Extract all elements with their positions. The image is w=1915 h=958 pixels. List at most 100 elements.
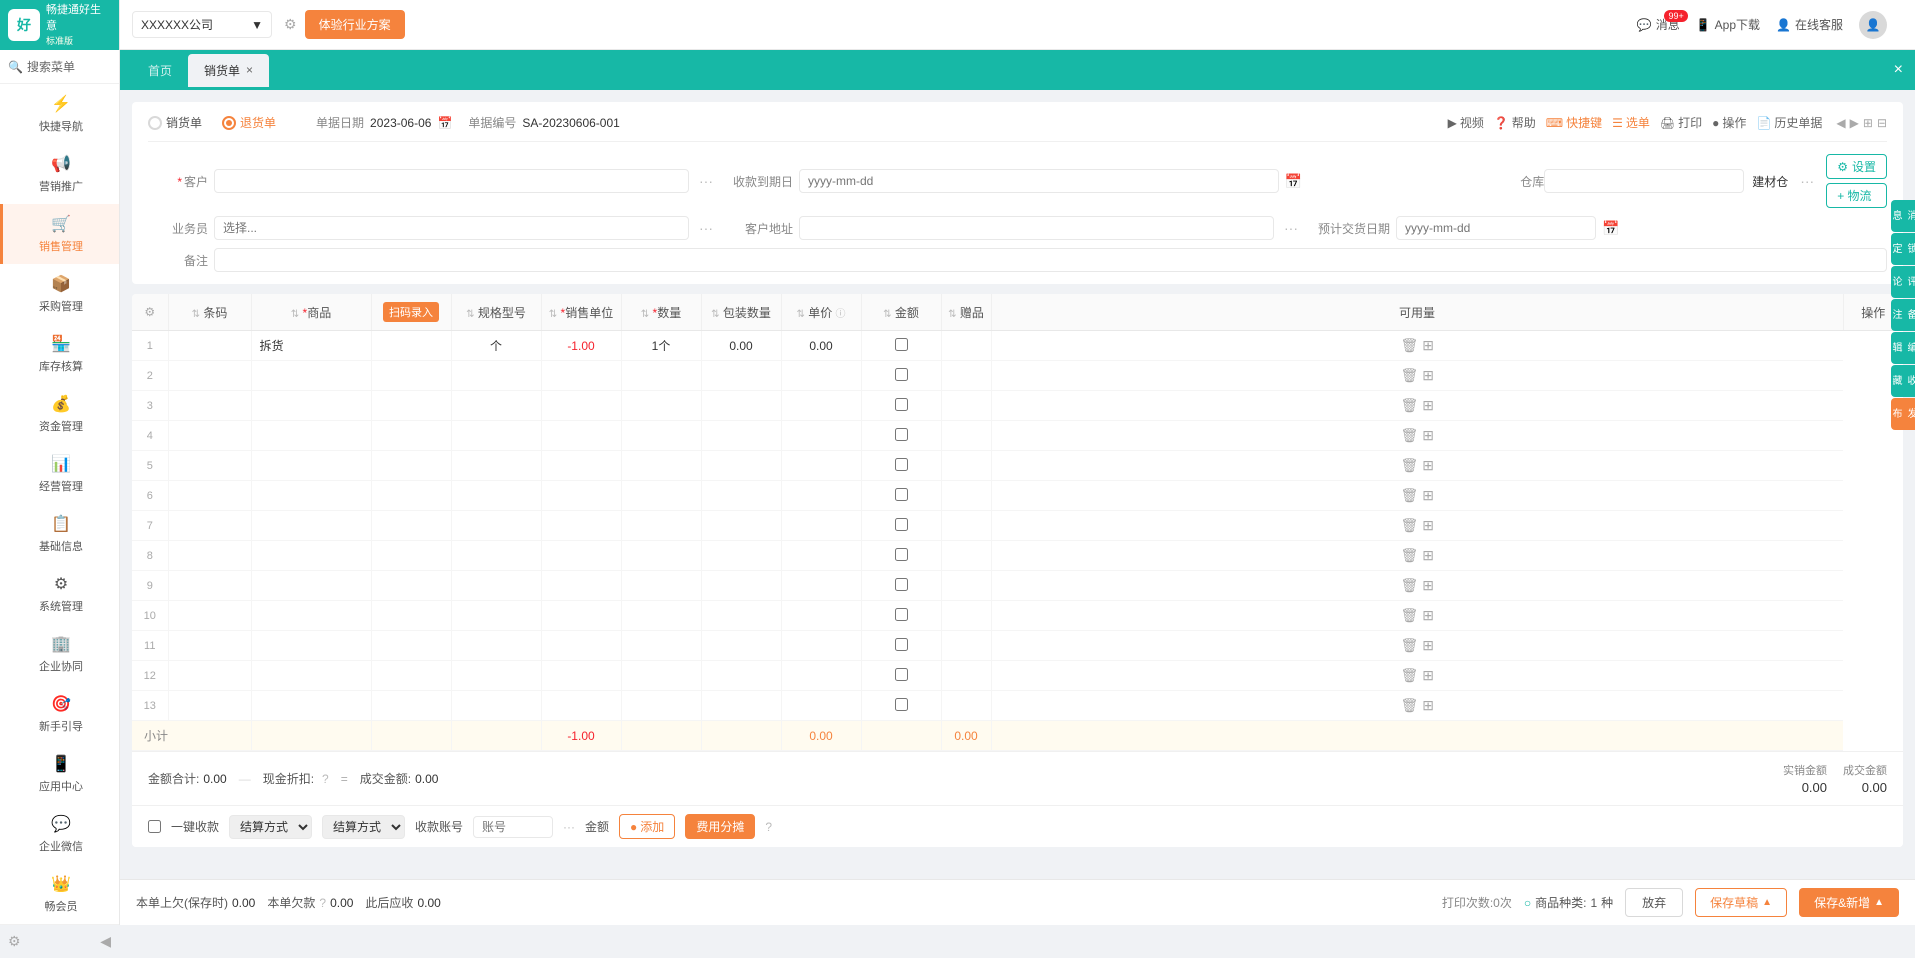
row-barcode-1[interactable]	[168, 331, 251, 361]
payment-help-icon[interactable]: ?	[765, 820, 772, 834]
warehouse-more-icon[interactable]: ···	[1796, 173, 1818, 189]
row-spec-2[interactable]	[371, 361, 451, 391]
row-unit-price-11[interactable]	[701, 631, 781, 661]
delete-icon[interactable]: 🗑	[1400, 697, 1418, 714]
delete-icon[interactable]: 🗑	[1400, 607, 1418, 624]
row-quantity-7[interactable]	[541, 511, 621, 541]
row-gift-11[interactable]	[861, 631, 941, 661]
toolbar-operate[interactable]: ● 操作	[1712, 114, 1746, 131]
row-quantity-9[interactable]	[541, 571, 621, 601]
collapse-icon[interactable]: ◀	[100, 933, 111, 950]
customer-more-icon[interactable]: ···	[695, 173, 717, 189]
delete-icon[interactable]: 🗑	[1400, 637, 1418, 654]
payment-date-input[interactable]	[799, 169, 1279, 193]
sidebar-item-apps[interactable]: 📱应用中心	[0, 744, 119, 804]
sidebar-item-enterprise[interactable]: 🏢企业协同	[0, 624, 119, 684]
online-service-btn[interactable]: 👤 在线客服	[1776, 16, 1843, 33]
toolbar-help[interactable]: ❓ 帮助	[1494, 114, 1536, 131]
row-unit-price-8[interactable]	[701, 541, 781, 571]
sidebar-item-guide[interactable]: 🎯新手引导	[0, 684, 119, 744]
setting-btn[interactable]: ⚙ 设置	[1826, 154, 1887, 179]
radio-sales[interactable]: 销货单	[148, 114, 202, 131]
sidebar-item-quick-nav[interactable]: ⚡快捷导航	[0, 84, 119, 144]
abandon-btn[interactable]: 放弃	[1625, 888, 1683, 917]
tab-home[interactable]: 首页	[132, 54, 188, 87]
row-gift-9[interactable]	[861, 571, 941, 601]
row-product-9[interactable]	[251, 571, 371, 601]
customer-address-input[interactable]	[799, 216, 1274, 240]
sidebar-item-sales[interactable]: 🛒销售管理	[0, 204, 119, 264]
delete-icon[interactable]: 🗑	[1400, 427, 1418, 444]
row-unit-price-3[interactable]	[701, 391, 781, 421]
row-barcode-5[interactable]	[168, 451, 251, 481]
topbar-gear-icon[interactable]: ⚙	[284, 16, 297, 33]
row-spec-12[interactable]	[371, 661, 451, 691]
row-quantity-5[interactable]	[541, 451, 621, 481]
row-spec-8[interactable]	[371, 541, 451, 571]
row-quantity-2[interactable]	[541, 361, 621, 391]
calendar-icon[interactable]: 📅	[437, 116, 452, 130]
payment-method-select2[interactable]: 结算方式	[322, 815, 405, 839]
copy-icon[interactable]: ⊞	[1422, 577, 1434, 594]
row-quantity-1[interactable]: -1.00	[541, 331, 621, 361]
sidebar-item-operations[interactable]: 📊经营管理	[0, 444, 119, 504]
copy-icon[interactable]: ⊞	[1422, 397, 1434, 414]
delete-icon[interactable]: 🗑	[1400, 517, 1418, 534]
row-barcode-2[interactable]	[168, 361, 251, 391]
row-spec-3[interactable]	[371, 391, 451, 421]
row-spec-10[interactable]	[371, 601, 451, 631]
salesperson-input[interactable]	[214, 216, 689, 240]
salesperson-more-icon[interactable]: ···	[695, 220, 717, 236]
row-barcode-9[interactable]	[168, 571, 251, 601]
float-star-btn[interactable]: 收藏	[1891, 365, 1915, 397]
row-barcode-4[interactable]	[168, 421, 251, 451]
row-gift-6[interactable]	[861, 481, 941, 511]
row-quantity-13[interactable]	[541, 691, 621, 721]
one-click-payment-checkbox[interactable]	[148, 820, 161, 833]
row-gift-2[interactable]	[861, 361, 941, 391]
float-note-btn[interactable]: 备注	[1891, 299, 1915, 331]
row-spec-13[interactable]	[371, 691, 451, 721]
scan-btn[interactable]: 扫码录入	[383, 302, 439, 322]
row-unit-price-7[interactable]	[701, 511, 781, 541]
row-product-8[interactable]	[251, 541, 371, 571]
payment-add-btn[interactable]: ● 添加	[619, 814, 675, 839]
delete-icon[interactable]: 🗑	[1400, 367, 1418, 384]
row-product-3[interactable]	[251, 391, 371, 421]
discount-help-icon[interactable]: ?	[322, 772, 329, 786]
row-barcode-7[interactable]	[168, 511, 251, 541]
row-quantity-4[interactable]	[541, 421, 621, 451]
nav-next-icon[interactable]: ▶	[1850, 116, 1859, 130]
float-message-btn[interactable]: 消息	[1891, 200, 1915, 232]
debt-help-icon[interactable]: ?	[319, 896, 326, 910]
row-product-10[interactable]	[251, 601, 371, 631]
sidebar-item-member[interactable]: 👑畅会员	[0, 864, 119, 924]
row-gift-8[interactable]	[861, 541, 941, 571]
payment-account-input[interactable]	[473, 816, 553, 838]
toolbar-video[interactable]: ▶ 视频	[1448, 114, 1484, 131]
float-orange-btn[interactable]: 发布	[1891, 398, 1915, 430]
row-quantity-8[interactable]	[541, 541, 621, 571]
row-quantity-3[interactable]	[541, 391, 621, 421]
row-unit-price-1[interactable]: 0.00	[701, 331, 781, 361]
row-barcode-3[interactable]	[168, 391, 251, 421]
radio-return[interactable]: 退货单	[222, 114, 276, 131]
delete-icon[interactable]: 🗑	[1400, 337, 1418, 354]
row-gift-10[interactable]	[861, 601, 941, 631]
avatar[interactable]: 👤	[1859, 11, 1887, 39]
row-spec-4[interactable]	[371, 421, 451, 451]
th-gear[interactable]: ⚙	[132, 294, 168, 331]
sidebar-item-wechat[interactable]: 💬企业微信	[0, 804, 119, 864]
nav-prev-icon[interactable]: ◀	[1836, 116, 1845, 130]
payment-more-icon[interactable]: ···	[563, 820, 575, 834]
copy-icon[interactable]: ⊞	[1422, 367, 1434, 384]
row-product-13[interactable]	[251, 691, 371, 721]
row-quantity-6[interactable]	[541, 481, 621, 511]
sidebar-item-purchase[interactable]: 📦采购管理	[0, 264, 119, 324]
row-product-12[interactable]	[251, 661, 371, 691]
row-product-6[interactable]	[251, 481, 371, 511]
row-quantity-10[interactable]	[541, 601, 621, 631]
save-new-btn[interactable]: 保存&新增 ▲	[1799, 888, 1899, 917]
th-scan[interactable]: 扫码录入	[371, 294, 451, 331]
tabbar-close-btn[interactable]: ×	[1894, 61, 1903, 79]
